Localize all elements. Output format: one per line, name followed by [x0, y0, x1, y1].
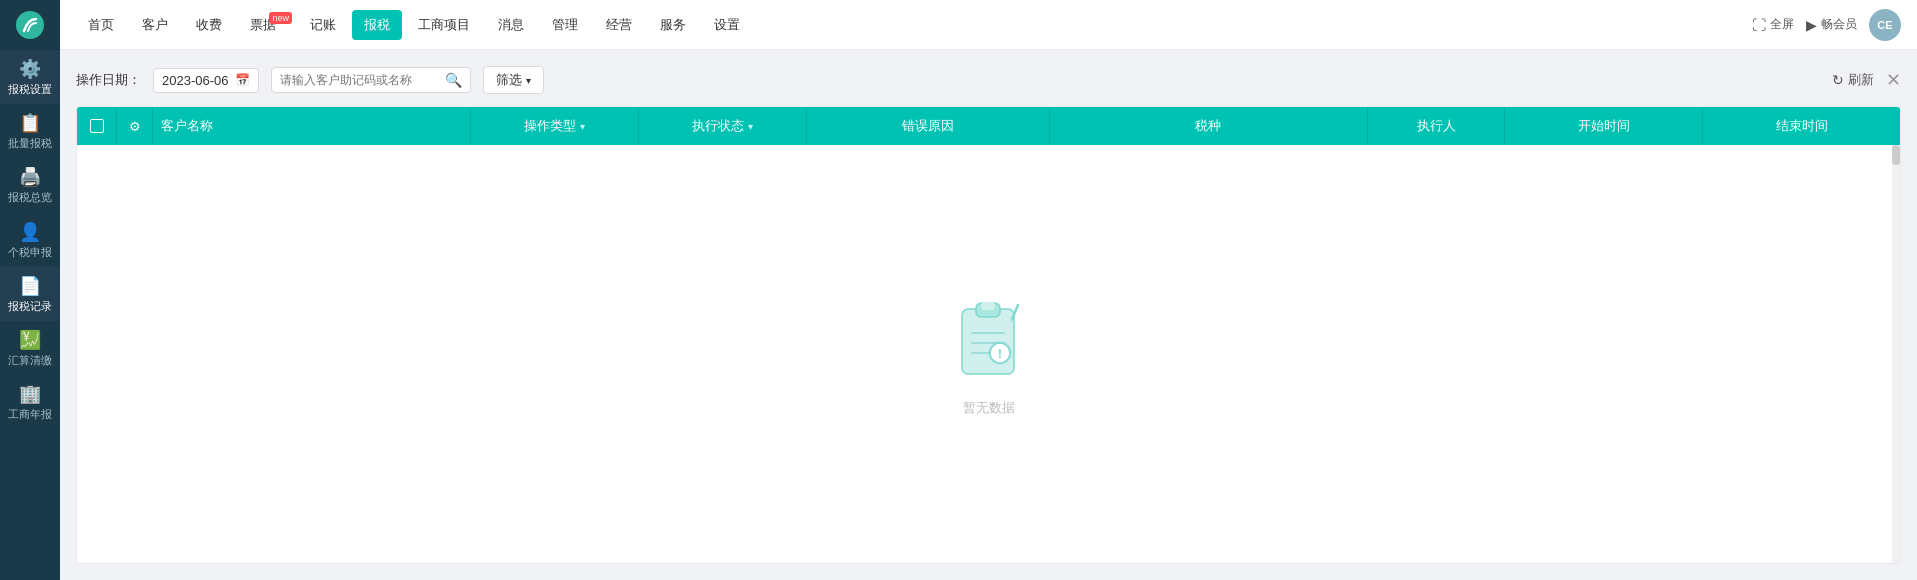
member-icon: ▶	[1806, 17, 1817, 33]
nav-accounting[interactable]: 记账	[298, 10, 348, 40]
nav-tax[interactable]: 报税	[352, 10, 402, 40]
top-nav: 首页 客户 收费 票据 new 记账 报税 工商项目 消息 管理 经营 服务 设…	[60, 0, 1917, 50]
settings-icon: ⚙	[129, 119, 141, 134]
sidebar-label-settlement: 汇算清缴	[8, 354, 52, 367]
new-badge: new	[269, 12, 292, 25]
table-body: ! 暂无数据	[77, 145, 1900, 563]
nav-messages[interactable]: 消息	[486, 10, 536, 40]
close-button[interactable]: ✕	[1886, 71, 1901, 89]
th-settings[interactable]: ⚙	[117, 107, 153, 145]
th-checkbox[interactable]	[77, 107, 117, 145]
nav-invoices[interactable]: 票据 new	[238, 10, 294, 40]
date-label: 操作日期：	[76, 71, 141, 89]
avatar[interactable]: CE	[1869, 9, 1901, 41]
sidebar-item-batch-tax[interactable]: 📋 批量报税	[0, 104, 60, 158]
annual-report-icon: 🏢	[19, 383, 41, 405]
settlement-icon: 💹	[19, 329, 41, 351]
tax-records-icon: 📄	[19, 275, 41, 297]
main-container: 首页 客户 收费 票据 new 记账 报税 工商项目 消息 管理 经营 服务 设…	[60, 0, 1917, 580]
tax-settings-icon: ⚙️	[19, 58, 41, 80]
personal-tax-icon: 👤	[19, 221, 41, 243]
nav-right: ⛶ 全屏 ▶ 畅会员 CE	[1752, 9, 1901, 41]
sidebar-label-tax-summary: 报税总览	[8, 191, 52, 204]
nav-clients[interactable]: 客户	[130, 10, 180, 40]
sidebar-item-personal-tax[interactable]: 👤 个税申报	[0, 213, 60, 267]
fullscreen-button[interactable]: ⛶ 全屏	[1752, 16, 1794, 33]
chevron-down-icon: ▾	[526, 75, 531, 86]
sidebar-item-annual-report[interactable]: 🏢 工商年报	[0, 375, 60, 429]
date-value: 2023-06-06	[162, 73, 229, 88]
nav-home[interactable]: 首页	[76, 10, 126, 40]
fullscreen-label: 全屏	[1770, 16, 1794, 33]
empty-text: 暂无数据	[963, 399, 1015, 417]
nav-items: 首页 客户 收费 票据 new 记账 报税 工商项目 消息 管理 经营 服务 设…	[76, 10, 1752, 40]
sidebar-label-tax-records: 报税记录	[8, 300, 52, 313]
table-container: ⚙ 客户名称 操作类型 ▾ 执行状态 ▾ 错误原因 税种	[76, 106, 1901, 564]
th-exec-status: 执行状态 ▾	[639, 107, 807, 145]
nav-finance[interactable]: 经营	[594, 10, 644, 40]
sidebar-item-tax-records[interactable]: 📄 报税记录	[0, 267, 60, 321]
th-start-time: 开始时间	[1505, 107, 1703, 145]
toolbar: 操作日期： 2023-06-06 📅 🔍 筛选 ▾ ↻ 刷新 ✕	[76, 66, 1901, 94]
date-input[interactable]: 2023-06-06 📅	[153, 68, 259, 93]
sidebar-logo	[0, 0, 60, 50]
avatar-text: CE	[1877, 19, 1892, 31]
content-area: 操作日期： 2023-06-06 📅 🔍 筛选 ▾ ↻ 刷新 ✕	[60, 50, 1917, 580]
sidebar-item-settlement[interactable]: 💹 汇算清缴	[0, 321, 60, 375]
sidebar-item-tax-settings[interactable]: ⚙️ 报税设置	[0, 50, 60, 104]
tax-summary-icon: 🖨️	[19, 166, 41, 188]
svg-rect-3	[981, 302, 995, 310]
nav-services[interactable]: 服务	[648, 10, 698, 40]
scroll-indicator	[1892, 145, 1900, 563]
search-input[interactable]	[280, 73, 441, 87]
calendar-icon: 📅	[235, 73, 250, 87]
op-type-filter-icon[interactable]: ▾	[580, 121, 585, 132]
nav-billing[interactable]: 收费	[184, 10, 234, 40]
th-end-time: 结束时间	[1703, 107, 1900, 145]
toolbar-right: ↻ 刷新 ✕	[1832, 71, 1901, 89]
sidebar-label-tax-settings: 报税设置	[8, 83, 52, 96]
batch-tax-icon: 📋	[19, 112, 41, 134]
search-input-wrap: 🔍	[271, 67, 471, 93]
th-executor: 执行人	[1368, 107, 1506, 145]
fullscreen-icon: ⛶	[1752, 17, 1766, 33]
th-op-type: 操作类型 ▾	[471, 107, 639, 145]
member-button[interactable]: ▶ 畅会员	[1806, 16, 1857, 33]
exec-status-filter-icon[interactable]: ▾	[748, 121, 753, 132]
table-header: ⚙ 客户名称 操作类型 ▾ 执行状态 ▾ 错误原因 税种	[77, 107, 1900, 145]
search-icon: 🔍	[445, 72, 462, 88]
select-all-checkbox[interactable]	[90, 119, 104, 133]
th-error-reason: 错误原因	[807, 107, 1050, 145]
sidebar: ⚙️ 报税设置 📋 批量报税 🖨️ 报税总览 👤 个税申报 📄 报税记录 💹 汇…	[0, 0, 60, 580]
sidebar-label-annual-report: 工商年报	[8, 408, 52, 421]
member-label: 畅会员	[1821, 16, 1857, 33]
nav-business[interactable]: 工商项目	[406, 10, 482, 40]
nav-settings[interactable]: 设置	[702, 10, 752, 40]
empty-state: ! 暂无数据	[944, 291, 1034, 417]
empty-illustration: !	[944, 291, 1034, 391]
sidebar-label-batch-tax: 批量报税	[8, 137, 52, 150]
scroll-thumb	[1892, 145, 1900, 165]
filter-button[interactable]: 筛选 ▾	[483, 66, 544, 94]
refresh-button[interactable]: ↻ 刷新	[1832, 71, 1874, 89]
svg-rect-1	[962, 309, 1014, 374]
sidebar-label-personal-tax: 个税申报	[8, 246, 52, 259]
th-client-name: 客户名称	[153, 107, 471, 145]
filter-label: 筛选	[496, 71, 522, 89]
refresh-label: 刷新	[1848, 71, 1874, 89]
nav-management[interactable]: 管理	[540, 10, 590, 40]
refresh-icon: ↻	[1832, 72, 1844, 88]
svg-text:!: !	[997, 346, 1001, 361]
sidebar-item-tax-summary[interactable]: 🖨️ 报税总览	[0, 158, 60, 212]
th-tax-type: 税种	[1050, 107, 1368, 145]
